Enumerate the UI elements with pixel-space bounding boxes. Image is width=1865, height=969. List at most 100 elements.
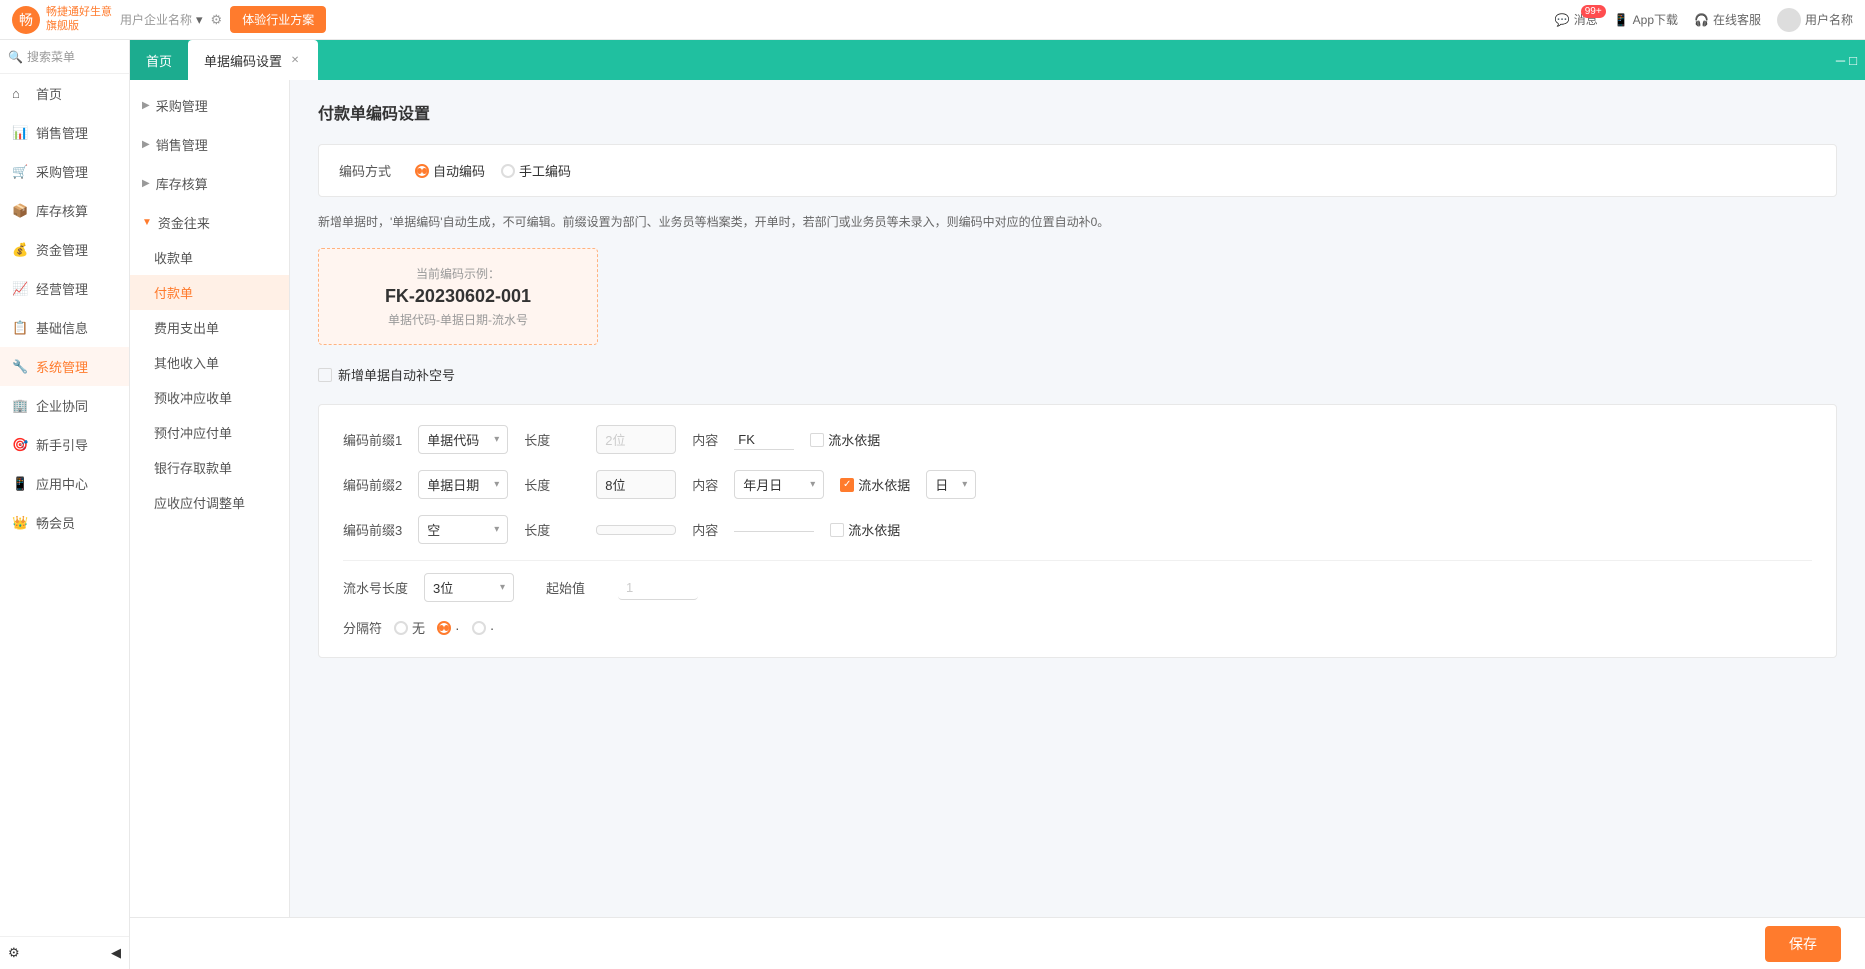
sub-group-purchase-title[interactable]: ▶ 采购管理 xyxy=(130,88,289,123)
separator-row: 分隔符 无 · · xyxy=(343,618,1812,637)
tab-maximize-icon[interactable]: □ xyxy=(1849,53,1857,68)
tab-minimize-icon[interactable]: ─ xyxy=(1836,53,1845,68)
app-download-button[interactable]: 📱 App下载 xyxy=(1614,11,1678,28)
auto-encoding-radio[interactable]: 自动编码 xyxy=(415,161,485,180)
finance-icon: 💰 xyxy=(12,242,28,258)
sub-group-inventory-title[interactable]: ▶ 库存核算 xyxy=(130,166,289,201)
auto-fill-row: 新增单据自动补空号 xyxy=(318,365,1837,384)
encoding-radio-group: 自动编码 手工编码 xyxy=(415,161,571,180)
sidebar-item-purchase[interactable]: 🛒 采购管理 xyxy=(0,152,129,191)
collapse-icon[interactable]: ◀ xyxy=(111,945,121,961)
config-section: 编码前缀1 单据代码 ▾ 长度 2位 内容 FK 流水依 xyxy=(318,404,1837,658)
config-row-1: 编码前缀1 单据代码 ▾ 长度 2位 内容 FK 流水依 xyxy=(343,425,1812,454)
content3-label: 内容 xyxy=(692,520,718,539)
phone-icon: 📱 xyxy=(1614,13,1629,27)
system-icon: 🔧 xyxy=(12,359,28,375)
guide-icon: 🎯 xyxy=(12,437,28,453)
tab-close-icon[interactable]: ✕ xyxy=(288,53,302,67)
watermark2-check[interactable]: ✓ xyxy=(840,478,854,492)
company-dropdown[interactable]: 用户企业名称 ▾ xyxy=(120,11,203,28)
logo: 畅 畅捷通好生意 旗舰版 xyxy=(12,6,112,34)
auto-fill-checkbox[interactable] xyxy=(318,368,332,382)
sidebar-bottom: ⚙ ◀ xyxy=(0,936,129,969)
sidebar-item-finance[interactable]: 💰 资金管理 xyxy=(0,230,129,269)
corp-icon: 🏢 xyxy=(12,398,28,414)
logo-icon: 畅 xyxy=(12,6,40,34)
sidebar-item-guide[interactable]: 🎯 新手引导 xyxy=(0,425,129,464)
prefix1-select[interactable]: 单据代码 ▾ xyxy=(418,425,508,454)
sidebar-item-member[interactable]: 👑 畅会员 xyxy=(0,503,129,542)
sidebar-item-sales[interactable]: 📊 销售管理 xyxy=(0,113,129,152)
length2-label: 长度 xyxy=(524,475,580,494)
purchase-icon: 🛒 xyxy=(12,164,28,180)
sub-group-sales-title[interactable]: ▶ 销售管理 xyxy=(130,127,289,162)
separator-options: 无 · · xyxy=(394,618,494,637)
message-button[interactable]: 💬 消息 99+ xyxy=(1555,11,1598,28)
tab-bar-actions: ─ □ xyxy=(1836,53,1865,68)
inner-layout: ▶ 采购管理 ▶ 销售管理 ▶ 库存核算 xyxy=(130,80,1865,917)
user-avatar[interactable]: 用户名称 xyxy=(1777,8,1853,32)
tab-document-code[interactable]: 单据编码设置 ✕ xyxy=(188,40,318,80)
length1-input[interactable]: 2位 xyxy=(596,425,676,454)
sidebar-item-basic[interactable]: 📋 基础信息 xyxy=(0,308,129,347)
prefix3-label: 编码前缀3 xyxy=(343,520,402,539)
length2-input[interactable]: 8位 xyxy=(596,470,676,499)
manual-encoding-radio[interactable]: 手工编码 xyxy=(501,161,571,180)
inventory-icon: 📦 xyxy=(12,203,28,219)
online-service-button[interactable]: 🎧 在线客服 xyxy=(1694,11,1761,28)
sub-menu-expense[interactable]: 费用支出单 xyxy=(130,310,289,345)
sub-group-capital-title[interactable]: ▼ 资金往来 xyxy=(130,205,289,240)
watermark2-unit-select[interactable]: 日 ▾ xyxy=(926,470,976,499)
sub-menu-bank-deposit[interactable]: 银行存取款单 xyxy=(130,450,289,485)
content2-label: 内容 xyxy=(692,475,718,494)
serial-length-label: 流水号长度 xyxy=(343,578,408,597)
sub-menu-payment[interactable]: 付款单 xyxy=(130,275,289,310)
watermark1-check[interactable] xyxy=(810,433,824,447)
sub-menu-receipt[interactable]: 收款单 xyxy=(130,240,289,275)
main-content: 付款单编码设置 编码方式 自动编码 手工编码 xyxy=(290,80,1865,917)
prefix2-select[interactable]: 单据日期 ▾ xyxy=(418,470,508,499)
top-bar-left: 畅 畅捷通好生意 旗舰版 用户企业名称 ▾ ⚙ 体验行业方案 xyxy=(12,6,326,34)
tab-home[interactable]: 首页 xyxy=(130,40,188,80)
sub-menu-adjust[interactable]: 应收应付调整单 xyxy=(130,485,289,520)
sub-menu-other-income[interactable]: 其他收入单 xyxy=(130,345,289,380)
sidebar-item-home[interactable]: ⌂ 首页 xyxy=(0,74,129,113)
content1-value: FK xyxy=(734,430,794,450)
message-icon: 💬 xyxy=(1555,13,1570,27)
sidebar-search[interactable]: 🔍 搜索菜单 xyxy=(0,40,129,74)
encoding-method-section: 编码方式 自动编码 手工编码 xyxy=(318,144,1837,197)
sidebar-item-inventory[interactable]: 📦 库存核算 xyxy=(0,191,129,230)
top-bar-right: 💬 消息 99+ 📱 App下载 🎧 在线客服 用户名称 xyxy=(1555,8,1853,32)
sidebar-item-operation[interactable]: 📈 经营管理 xyxy=(0,269,129,308)
start-value-input[interactable] xyxy=(618,576,698,600)
auto-fill-label: 新增单据自动补空号 xyxy=(338,365,455,384)
headset-icon: 🎧 xyxy=(1694,13,1709,27)
sidebar-item-app[interactable]: 📱 应用中心 xyxy=(0,464,129,503)
settings-icon[interactable]: ⚙ xyxy=(211,12,223,28)
sidebar: 🔍 搜索菜单 ⌂ 首页 📊 销售管理 🛒 采购管理 📦 库存核算 💰 资金管理 … xyxy=(0,40,130,969)
preview-label: 当前编码示例： xyxy=(343,265,573,282)
bottom-bar: 保存 xyxy=(130,917,1865,969)
prefix3-select[interactable]: 空 ▾ xyxy=(418,515,508,544)
sub-menu-prepay-receivable[interactable]: 预收冲应收单 xyxy=(130,380,289,415)
sub-group-purchase: ▶ 采购管理 xyxy=(130,88,289,123)
sep-none-radio[interactable]: 无 xyxy=(394,618,425,637)
preview-code: FK-20230602-001 xyxy=(343,286,573,307)
sidebar-item-corp[interactable]: 🏢 企业协同 xyxy=(0,386,129,425)
sep-dot-radio[interactable]: · xyxy=(437,620,460,636)
watermark3-check[interactable] xyxy=(830,523,844,537)
length3-input[interactable] xyxy=(596,525,676,535)
sep-dash-radio[interactable]: · xyxy=(472,620,495,636)
sub-group-sales: ▶ 销售管理 xyxy=(130,127,289,162)
serial-length-select[interactable]: 3位 ▾ xyxy=(424,573,514,602)
watermark1-checkbox: 流水依据 xyxy=(810,430,880,449)
experience-button[interactable]: 体验行业方案 xyxy=(230,6,326,33)
logo-text: 畅捷通好生意 旗舰版 xyxy=(46,6,112,32)
save-button[interactable]: 保存 xyxy=(1765,926,1841,962)
main-layout: 🔍 搜索菜单 ⌂ 首页 📊 销售管理 🛒 采购管理 📦 库存核算 💰 资金管理 … xyxy=(0,40,1865,969)
content1-label: 内容 xyxy=(692,430,718,449)
settings-bottom-icon[interactable]: ⚙ xyxy=(8,945,20,961)
content2-select[interactable]: 年月日 ▾ xyxy=(734,470,824,499)
sub-menu-prepay-payable[interactable]: 预付冲应付单 xyxy=(130,415,289,450)
sidebar-item-system[interactable]: 🔧 系统管理 xyxy=(0,347,129,386)
